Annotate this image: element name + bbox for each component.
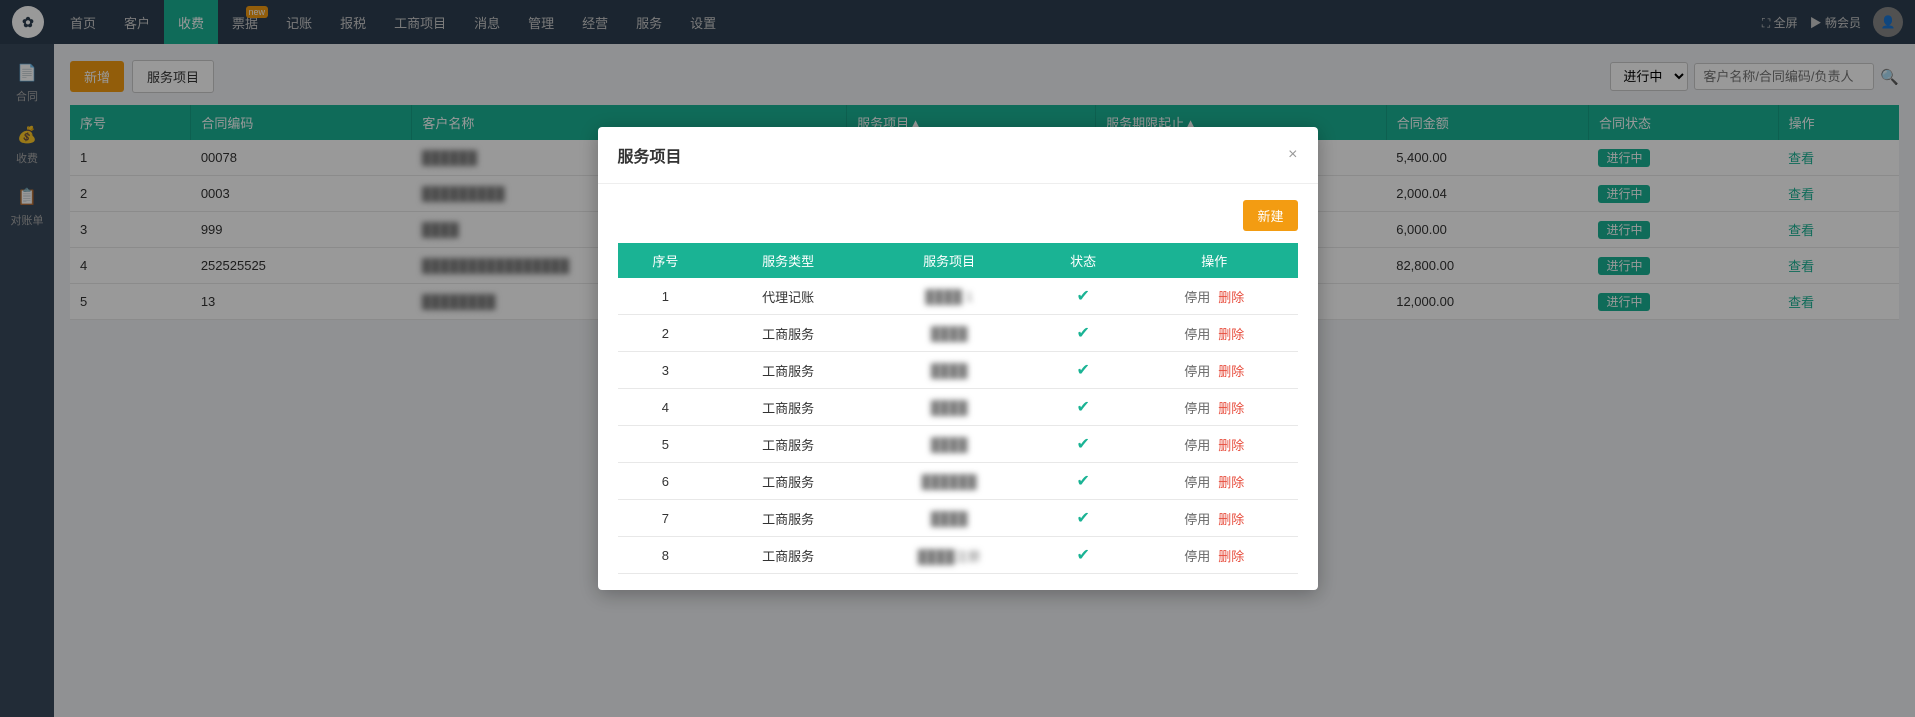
service-items-modal: 服务项目 × 新建 序号服务类型服务项目状态操作 1代理记账████ 1✔停用删… — [598, 127, 1318, 590]
modal-status-cell: ✔ — [1035, 537, 1131, 574]
modal-status-cell: ✔ — [1035, 463, 1131, 500]
modal-actions-cell: 停用删除 — [1131, 352, 1298, 389]
modal-status-cell: ✔ — [1035, 278, 1131, 315]
modal-actions-cell: 停用删除 — [1131, 426, 1298, 463]
stop-button[interactable]: 停用 — [1184, 438, 1210, 453]
modal-row-no: 5 — [618, 426, 714, 463]
service-type-cell: 工商服务 — [713, 500, 863, 537]
modal-row-no: 6 — [618, 463, 714, 500]
service-name-cell: ████ 1 — [863, 278, 1035, 315]
stop-button[interactable]: 停用 — [1184, 475, 1210, 490]
modal-status-cell: ✔ — [1035, 426, 1131, 463]
modal-body: 新建 序号服务类型服务项目状态操作 1代理记账████ 1✔停用删除2工商服务█… — [598, 184, 1318, 590]
modal-row-no: 3 — [618, 352, 714, 389]
modal-table-row: 7工商服务████ ✔ 停用删除 — [618, 500, 1298, 537]
modal-actions-cell: 停用删除 — [1131, 537, 1298, 574]
check-icon: ✔ — [1076, 325, 1089, 342]
stop-button[interactable]: 停用 — [1184, 549, 1210, 564]
modal-row-no: 7 — [618, 500, 714, 537]
service-name-cell: ████ — [863, 315, 1035, 352]
modal-status-cell: ✔ — [1035, 352, 1131, 389]
delete-button[interactable]: 删除 — [1218, 401, 1244, 416]
modal-table-wrap[interactable]: 序号服务类型服务项目状态操作 1代理记账████ 1✔停用删除2工商服务████… — [618, 243, 1298, 574]
modal-table-row: 8工商服务████注册 ✔ 停用删除 — [618, 537, 1298, 574]
delete-button[interactable]: 删除 — [1218, 512, 1244, 527]
service-name-cell: ████ — [863, 500, 1035, 537]
modal-table-header: 服务类型 — [713, 243, 863, 278]
service-name-cell: ████ — [863, 389, 1035, 426]
modal-header: 服务项目 × — [598, 127, 1318, 184]
stop-button[interactable]: 停用 — [1184, 401, 1210, 416]
check-icon: ✔ — [1076, 473, 1089, 490]
modal-toolbar: 新建 — [618, 200, 1298, 231]
modal-actions-cell: 停用删除 — [1131, 315, 1298, 352]
delete-button[interactable]: 删除 — [1218, 290, 1244, 305]
check-icon: ✔ — [1076, 288, 1089, 305]
service-type-cell: 工商服务 — [713, 537, 863, 574]
service-type-cell: 工商服务 — [713, 389, 863, 426]
modal-actions-cell: 停用删除 — [1131, 278, 1298, 315]
delete-button[interactable]: 删除 — [1218, 549, 1244, 564]
service-type-cell: 工商服务 — [713, 463, 863, 500]
modal-status-cell: ✔ — [1035, 389, 1131, 426]
modal-actions-cell: 停用删除 — [1131, 463, 1298, 500]
modal-table-header: 序号 — [618, 243, 714, 278]
modal-table-row: 1代理记账████ 1 ✔ 停用删除 — [618, 278, 1298, 315]
service-name-cell: ████ — [863, 426, 1035, 463]
modal-status-cell: ✔ — [1035, 315, 1131, 352]
modal-table-row: 4工商服务████ ✔ 停用删除 — [618, 389, 1298, 426]
stop-button[interactable]: 停用 — [1184, 290, 1210, 305]
modal-title: 服务项目 — [618, 143, 682, 167]
check-icon: ✔ — [1076, 510, 1089, 527]
service-name-cell: ████ — [863, 352, 1035, 389]
modal-table-header: 状态 — [1035, 243, 1131, 278]
modal-table-header: 服务项目 — [863, 243, 1035, 278]
modal-table-row: 3工商服务████ ✔ 停用删除 — [618, 352, 1298, 389]
modal-row-no: 1 — [618, 278, 714, 315]
modal-row-no: 4 — [618, 389, 714, 426]
modal-actions-cell: 停用删除 — [1131, 500, 1298, 537]
service-type-cell: 工商服务 — [713, 426, 863, 463]
service-type-cell: 代理记账 — [713, 278, 863, 315]
modal-close-button[interactable]: × — [1288, 147, 1297, 163]
delete-button[interactable]: 删除 — [1218, 438, 1244, 453]
modal-new-button[interactable]: 新建 — [1243, 200, 1297, 231]
delete-button[interactable]: 删除 — [1218, 327, 1244, 342]
check-icon: ✔ — [1076, 547, 1089, 564]
check-icon: ✔ — [1076, 436, 1089, 453]
modal-row-no: 2 — [618, 315, 714, 352]
service-name-cell: ██████ — [863, 463, 1035, 500]
service-type-cell: 工商服务 — [713, 352, 863, 389]
delete-button[interactable]: 删除 — [1218, 364, 1244, 379]
check-icon: ✔ — [1076, 362, 1089, 379]
modal-table-row: 5工商服务████ ✔ 停用删除 — [618, 426, 1298, 463]
stop-button[interactable]: 停用 — [1184, 512, 1210, 527]
service-type-cell: 工商服务 — [713, 315, 863, 352]
modal-table-row: 2工商服务████ ✔ 停用删除 — [618, 315, 1298, 352]
stop-button[interactable]: 停用 — [1184, 327, 1210, 342]
delete-button[interactable]: 删除 — [1218, 475, 1244, 490]
service-name-cell: ████注册 — [863, 537, 1035, 574]
stop-button[interactable]: 停用 — [1184, 364, 1210, 379]
modal-status-cell: ✔ — [1035, 500, 1131, 537]
service-items-table: 序号服务类型服务项目状态操作 1代理记账████ 1✔停用删除2工商服务████… — [618, 243, 1298, 574]
check-icon: ✔ — [1076, 399, 1089, 416]
modal-actions-cell: 停用删除 — [1131, 389, 1298, 426]
modal-table-row: 6工商服务██████ ✔ 停用删除 — [618, 463, 1298, 500]
modal-row-no: 8 — [618, 537, 714, 574]
modal-overlay: 服务项目 × 新建 序号服务类型服务项目状态操作 1代理记账████ 1✔停用删… — [0, 0, 1915, 717]
modal-table-header: 操作 — [1131, 243, 1298, 278]
